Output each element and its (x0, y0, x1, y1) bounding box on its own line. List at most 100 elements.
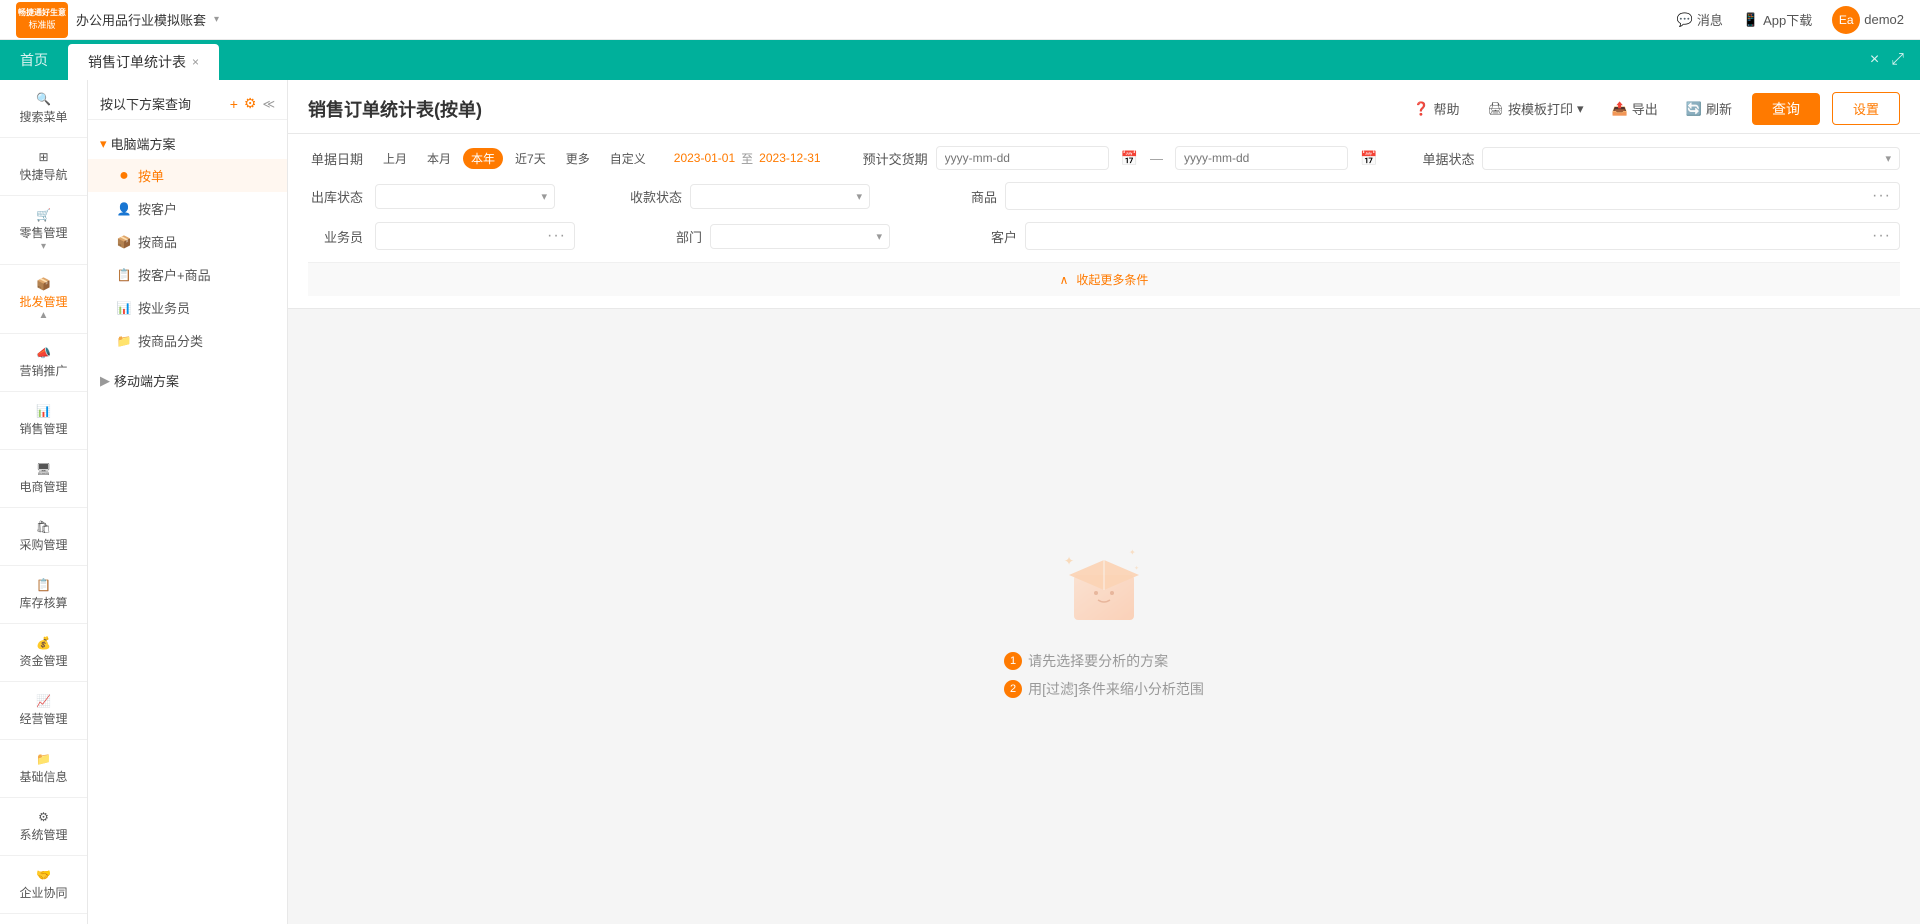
tab-home[interactable]: 首页 (0, 40, 68, 80)
search-menu-icon: 🔍 (36, 92, 51, 106)
mobile-scheme-section: ▶ 移动端方案 (88, 361, 287, 400)
refresh-button[interactable]: 🔄 刷新 (1678, 95, 1740, 122)
tab-sales-order[interactable]: 销售订单统计表 × (68, 44, 219, 80)
date-range-separator: 至 (741, 150, 753, 167)
date-custom[interactable]: 自定义 (602, 148, 654, 169)
sidebar-item-enterprise[interactable]: 🤝 企业协同 (0, 856, 87, 914)
nav-tab-icons: × ⤢ (1870, 51, 1920, 69)
salesman-select-container[interactable]: ··· (375, 222, 575, 250)
logo[interactable]: 畅捷通好生意 标准版 (16, 2, 68, 38)
help-button[interactable]: ❓ 帮助 (1405, 95, 1467, 122)
mobile-scheme-header[interactable]: ▶ 移动端方案 (88, 365, 287, 396)
topbar: 畅捷通好生意 标准版 办公用品行业模拟账套 ▾ 💬 消息 📱 App下载 Ea … (0, 0, 1920, 40)
salesman-more-icon[interactable]: ··· (547, 227, 566, 245)
sidebar-item-basic[interactable]: 📁 基础信息 (0, 740, 87, 798)
status-select-container[interactable]: ▾ (1482, 147, 1900, 170)
customer-select-container[interactable]: ··· (1025, 222, 1900, 250)
scheme-item-by-order[interactable]: ● 按单 (88, 159, 287, 192)
filter-area: 单据日期 上月 本月 本年 近7天 更多 自定义 2023-01-01 至 20… (288, 134, 1920, 309)
scheme-item-by-customer[interactable]: 👤 按客户 (88, 192, 287, 225)
svg-text:✦: ✦ (1134, 565, 1139, 572)
date-this-year[interactable]: 本年 (463, 148, 503, 169)
user-menu[interactable]: Ea demo2 (1832, 6, 1904, 34)
expected-date-from[interactable] (936, 146, 1109, 170)
expected-date-separator: — (1150, 151, 1163, 166)
collapse-filter-icon: ∧ (1060, 273, 1069, 287)
message-button[interactable]: 💬 消息 (1677, 10, 1723, 29)
tip-2-text: 用[过滤]条件来缩小分析范围 (1028, 679, 1204, 699)
goods-select-container[interactable]: ··· (1005, 182, 1900, 210)
sidebar-item-retail-label: 零售管理 (19, 224, 67, 241)
pc-scheme-header[interactable]: ▾ 电脑端方案 (88, 128, 287, 159)
department-select-wrapper[interactable] (710, 224, 890, 249)
export-button[interactable]: 📤 导出 (1604, 95, 1666, 122)
date-last-7[interactable]: 近7天 (507, 148, 554, 169)
payment-select-wrapper[interactable] (690, 184, 870, 209)
pc-section-label: 电脑端方案 (111, 134, 176, 153)
sidebar-item-operation[interactable]: 📈 经营管理 (0, 682, 87, 740)
page-title-row: 销售订单统计表(按单) ❓ 帮助 🖨 按模板打印 ▾ 📤 (308, 92, 1900, 125)
tab-close-icon[interactable]: × (192, 55, 199, 69)
window-fullscreen-icon[interactable]: ⤢ (1891, 51, 1904, 69)
app-download-button[interactable]: 📱 App下载 (1743, 10, 1812, 29)
sidebar-item-sales[interactable]: 📊 销售管理 (0, 392, 87, 450)
left-panel-header: 按以下方案查询 + ⚙ ≪ (88, 88, 287, 120)
date-last-month[interactable]: 上月 (375, 148, 415, 169)
retail-arrow-icon: ▾ (41, 241, 46, 252)
system-icon: ⚙ (38, 810, 49, 824)
date-label: 单据日期 (308, 149, 363, 168)
date-range-display: 2023-01-01 至 2023-12-31 (674, 150, 821, 167)
shipment-select-wrapper[interactable] (375, 184, 555, 209)
department-select[interactable] (710, 224, 890, 249)
add-scheme-icon[interactable]: + (230, 96, 238, 112)
date-shortcuts-group: 上月 本月 本年 近7天 更多 自定义 (375, 148, 654, 169)
window-close-icon[interactable]: × (1870, 51, 1879, 69)
collapse-filter-bar[interactable]: ∧ 收起更多条件 (308, 262, 1900, 296)
expected-date-from-calendar-icon[interactable]: 📅 (1121, 150, 1138, 167)
sidebar-item-purchase[interactable]: 🛍 采购管理 (0, 508, 87, 566)
scheme-item-by-category-label: 按商品分类 (138, 331, 203, 350)
scheme-item-by-category[interactable]: 📁 按商品分类 (88, 324, 287, 357)
scheme-item-by-salesman[interactable]: 📊 按业务员 (88, 291, 287, 324)
sidebar-item-system[interactable]: ⚙ 系统管理 (0, 798, 87, 856)
logo-icon: 畅捷通好生意 (18, 8, 66, 18)
payment-select[interactable] (690, 184, 870, 209)
sidebar-item-wholesale[interactable]: 📦 批发管理 ▲ (0, 265, 87, 334)
user-name: demo2 (1864, 12, 1904, 27)
tip-1-number: 1 (1004, 652, 1022, 670)
app-icon: 📱 (1743, 12, 1759, 28)
expected-date-to[interactable] (1175, 146, 1348, 170)
sidebar-item-marketing[interactable]: 📣 营销推广 (0, 334, 87, 392)
sidebar-item-ecommerce[interactable]: 🖥 电商管理 (0, 450, 87, 508)
goods-more-icon[interactable]: ··· (1872, 187, 1891, 205)
scheme-item-by-customer-goods[interactable]: 📋 按客户+商品 (88, 258, 287, 291)
sidebar-item-retail[interactable]: 🛒 零售管理 ▾ (0, 196, 87, 265)
header-actions: ❓ 帮助 🖨 按模板打印 ▾ 📤 导出 🔄 (1405, 92, 1900, 125)
expected-date-group: 预计交货期 📅 — 📅 (863, 146, 1378, 170)
ecommerce-icon: 🖥 (36, 462, 51, 476)
collapse-panel-icon[interactable]: ≪ (262, 97, 275, 111)
pc-scheme-section: ▾ 电脑端方案 ● 按单 👤 按客户 📦 按商品 📋 按客户+商品 (88, 124, 287, 361)
scheme-item-by-goods-label: 按商品 (138, 232, 177, 251)
print-button[interactable]: 🖨 按模板打印 ▾ (1480, 95, 1592, 122)
sidebar-item-quick-nav[interactable]: ⊞ 快捷导航 (0, 138, 87, 196)
query-button[interactable]: 查询 (1752, 93, 1820, 125)
sidebar-item-stock[interactable]: 📋 库存核算 (0, 566, 87, 624)
print-dropdown-icon: ▾ (1577, 101, 1584, 117)
sidebar-item-stock-label: 库存核算 (19, 594, 67, 611)
sidebar-item-search-menu[interactable]: 🔍 搜索菜单 (0, 80, 87, 138)
goods-label: 商品 (942, 187, 997, 206)
scheme-item-by-goods[interactable]: 📦 按商品 (88, 225, 287, 258)
by-goods-icon: 📦 (116, 234, 132, 250)
sidebar-item-finance[interactable]: 💰 资金管理 (0, 624, 87, 682)
sidebar-item-guide[interactable]: 🎯 新手引导 (0, 914, 87, 924)
shipment-select[interactable] (375, 184, 555, 209)
status-select-arrow: ▾ (1885, 152, 1891, 165)
settings-scheme-icon[interactable]: ⚙ (244, 95, 257, 112)
date-more[interactable]: 更多 (558, 148, 598, 169)
expected-date-to-calendar-icon[interactable]: 📅 (1360, 150, 1377, 167)
settings-button[interactable]: 设置 (1832, 92, 1900, 125)
company-dropdown-icon[interactable]: ▾ (214, 14, 219, 25)
date-this-month[interactable]: 本月 (419, 148, 459, 169)
customer-more-icon[interactable]: ··· (1872, 227, 1891, 245)
